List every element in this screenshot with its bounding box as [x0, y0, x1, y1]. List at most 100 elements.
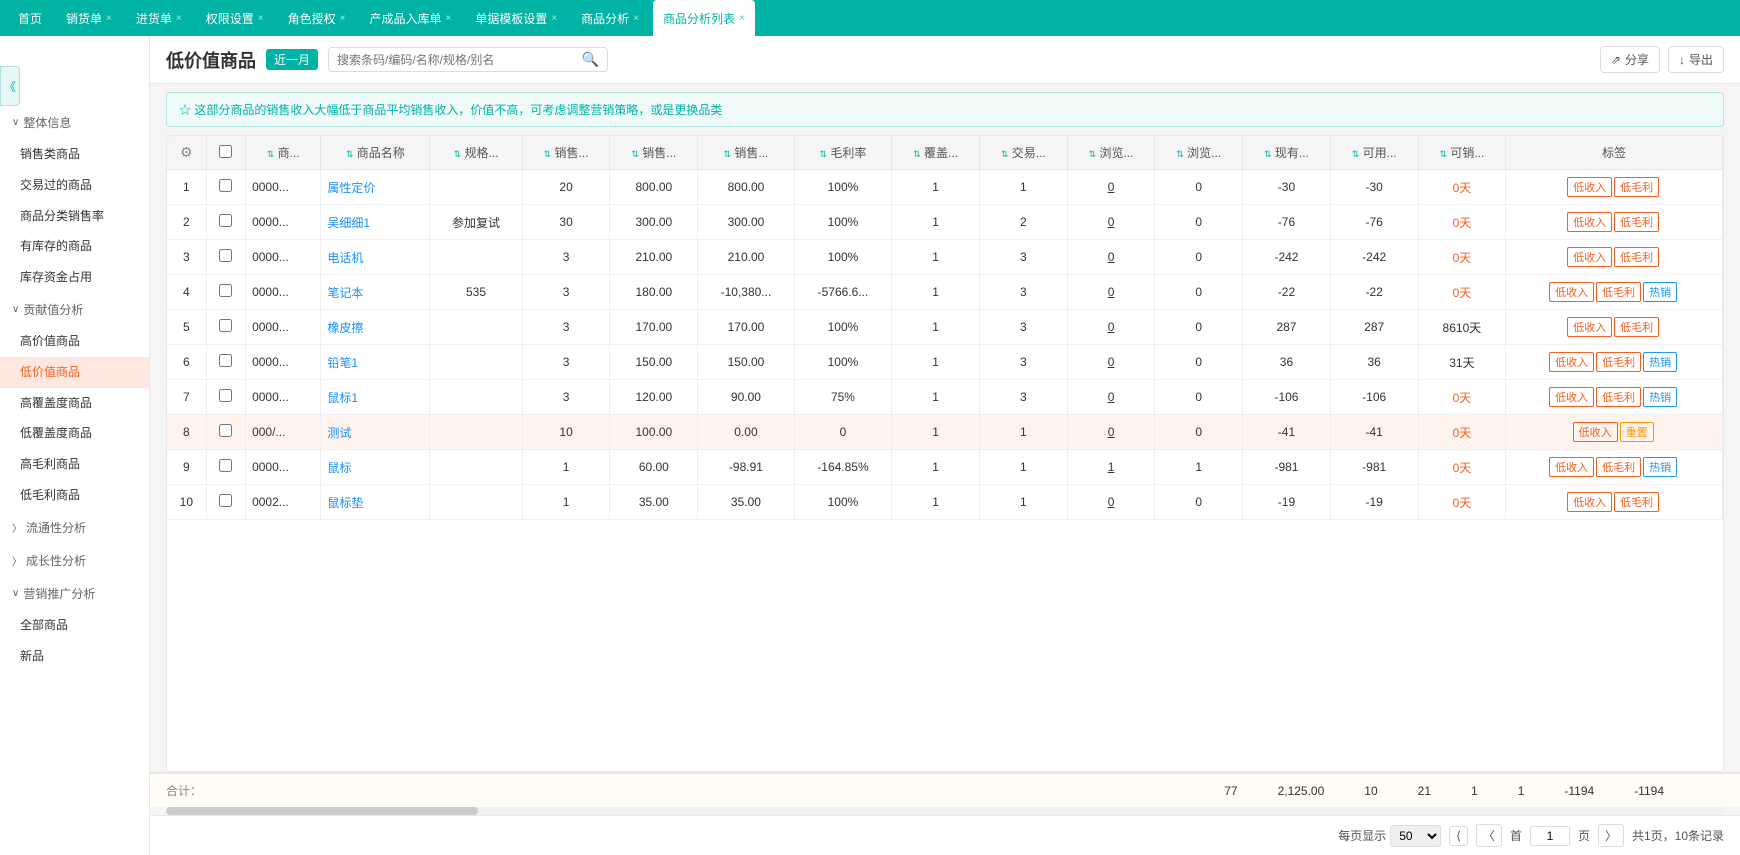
close-icon[interactable]: ×	[739, 13, 745, 24]
row-select-checkbox[interactable]	[219, 494, 232, 507]
sidebar-group-overall[interactable]: ∨ 整体信息	[0, 106, 149, 139]
row-name[interactable]: 鼠标	[321, 450, 430, 485]
per-page-select[interactable]: 50 100 200	[1390, 825, 1441, 847]
browse-link[interactable]: 0	[1108, 285, 1115, 299]
sidebar-group-circulation[interactable]: 〉 流通性分析	[0, 511, 149, 544]
row-select-checkbox[interactable]	[219, 459, 232, 472]
sidebar-item-sales-products[interactable]: 销售类商品	[0, 139, 149, 170]
close-icon[interactable]: ×	[551, 13, 557, 24]
row-select-checkbox[interactable]	[219, 354, 232, 367]
sidebar-item-low-margin[interactable]: 低毛利商品	[0, 480, 149, 511]
th-name[interactable]: ⇅ 商品名称	[321, 136, 430, 170]
export-button[interactable]: ↓ 导出	[1668, 46, 1724, 73]
row-name[interactable]: 测试	[321, 415, 430, 450]
row-name[interactable]: 铅笔1	[321, 345, 430, 380]
th-spec[interactable]: ⇅ 规格...	[430, 136, 522, 170]
th-checkbox[interactable]	[206, 136, 245, 170]
row-checkbox[interactable]	[206, 275, 245, 310]
page-number-input[interactable]	[1530, 826, 1570, 846]
nav-purchase[interactable]: 进货单 ×	[126, 0, 192, 36]
browse-link[interactable]: 0	[1108, 425, 1115, 439]
browse-link[interactable]: 1	[1108, 460, 1115, 474]
browse-link[interactable]: 0	[1108, 250, 1115, 264]
close-icon[interactable]: ×	[106, 13, 112, 24]
search-input[interactable]	[337, 53, 578, 67]
row-name[interactable]: 笔记本	[321, 275, 430, 310]
nav-product-analysis[interactable]: 商品分析 ×	[571, 0, 649, 36]
prev-page-btn[interactable]: 〈	[1476, 824, 1502, 847]
sidebar-item-stock-funds[interactable]: 库存资金占用	[0, 262, 149, 293]
th-browse1[interactable]: ⇅ 浏览...	[1067, 136, 1155, 170]
horizontal-scrollbar[interactable]	[166, 807, 1724, 815]
th-s3[interactable]: ⇅ 销售...	[698, 136, 795, 170]
th-s2[interactable]: ⇅ 销售...	[610, 136, 698, 170]
row-name[interactable]: 电话机	[321, 240, 430, 275]
row-select-checkbox[interactable]	[219, 284, 232, 297]
browse-link[interactable]: 0	[1108, 320, 1115, 334]
close-icon[interactable]: ×	[176, 13, 182, 24]
browse-link[interactable]: 0	[1108, 390, 1115, 404]
close-icon[interactable]: ×	[258, 13, 264, 24]
nav-product-analysis-list[interactable]: 商品分析列表 ×	[653, 0, 755, 36]
row-checkbox[interactable]	[206, 450, 245, 485]
sidebar-group-contribution[interactable]: ∨ 贡献值分析	[0, 293, 149, 326]
th-coverage[interactable]: ⇅ 覆盖...	[892, 136, 980, 170]
first-page-btn[interactable]: ⟨	[1449, 826, 1468, 846]
th-settings[interactable]: ⚙	[167, 136, 206, 170]
row-select-checkbox[interactable]	[219, 389, 232, 402]
sidebar-item-low-coverage[interactable]: 低覆盖度商品	[0, 418, 149, 449]
row-select-checkbox[interactable]	[219, 179, 232, 192]
share-button[interactable]: ⇗ 分享	[1600, 46, 1660, 73]
nav-roles[interactable]: 角色授权 ×	[278, 0, 356, 36]
row-checkbox[interactable]	[206, 205, 245, 240]
search-box[interactable]: 🔍	[328, 47, 608, 72]
scrollbar-thumb[interactable]	[166, 807, 478, 815]
row-name[interactable]: 鼠标垫	[321, 485, 430, 520]
sidebar-item-all-products[interactable]: 全部商品	[0, 610, 149, 641]
row-checkbox[interactable]	[206, 415, 245, 450]
browse-link[interactable]: 0	[1108, 495, 1115, 509]
th-current-stock[interactable]: ⇅ 现有...	[1243, 136, 1331, 170]
browse-link[interactable]: 0	[1108, 355, 1115, 369]
row-select-checkbox[interactable]	[219, 214, 232, 227]
sidebar-item-category-sales[interactable]: 商品分类销售率	[0, 201, 149, 232]
row-select-checkbox[interactable]	[219, 424, 232, 437]
nav-sales[interactable]: 销货单 ×	[56, 0, 122, 36]
sidebar-item-stock-products[interactable]: 有库存的商品	[0, 231, 149, 262]
th-browse2[interactable]: ⇅ 浏览...	[1155, 136, 1243, 170]
row-name[interactable]: 橡皮擦	[321, 310, 430, 345]
th-code[interactable]: ⇅ 商...	[246, 136, 321, 170]
th-tags[interactable]: 标签	[1506, 136, 1723, 170]
sidebar-item-new-products[interactable]: 新品	[0, 641, 149, 672]
search-icon[interactable]: 🔍	[582, 51, 599, 68]
sidebar-item-traded-products[interactable]: 交易过的商品	[0, 170, 149, 201]
nav-permissions[interactable]: 权限设置 ×	[196, 0, 274, 36]
th-s1[interactable]: ⇅ 销售...	[522, 136, 610, 170]
row-select-checkbox[interactable]	[219, 319, 232, 332]
close-icon[interactable]: ×	[340, 13, 346, 24]
row-checkbox[interactable]	[206, 485, 245, 520]
sidebar-group-marketing[interactable]: ∨ 营销推广分析	[0, 577, 149, 610]
row-name[interactable]: 吴细细1	[321, 205, 430, 240]
th-available[interactable]: ⇅ 可用...	[1330, 136, 1418, 170]
nav-home[interactable]: 首页	[8, 0, 52, 36]
sidebar-item-high-margin[interactable]: 高毛利商品	[0, 449, 149, 480]
row-checkbox[interactable]	[206, 380, 245, 415]
close-icon[interactable]: ×	[633, 13, 639, 24]
sidebar-group-growth[interactable]: 〉 成长性分析	[0, 544, 149, 577]
th-trade[interactable]: ⇅ 交易...	[979, 136, 1067, 170]
row-select-checkbox[interactable]	[219, 249, 232, 262]
sidebar-item-low-value[interactable]: 低价值商品	[0, 357, 149, 388]
row-name[interactable]: 鼠标1	[321, 380, 430, 415]
settings-icon[interactable]: ⚙	[180, 144, 193, 160]
nav-template-settings[interactable]: 单据模板设置 ×	[465, 0, 567, 36]
select-all-checkbox[interactable]	[219, 145, 232, 158]
row-checkbox[interactable]	[206, 345, 245, 380]
sidebar-item-high-coverage[interactable]: 高覆盖度商品	[0, 388, 149, 419]
close-icon[interactable]: ×	[445, 13, 451, 24]
row-name[interactable]: 属性定价	[321, 170, 430, 205]
row-checkbox[interactable]	[206, 310, 245, 345]
th-saleable[interactable]: ⇅ 可销...	[1418, 136, 1506, 170]
row-checkbox[interactable]	[206, 240, 245, 275]
next-page-btn[interactable]: 〉	[1598, 824, 1624, 847]
